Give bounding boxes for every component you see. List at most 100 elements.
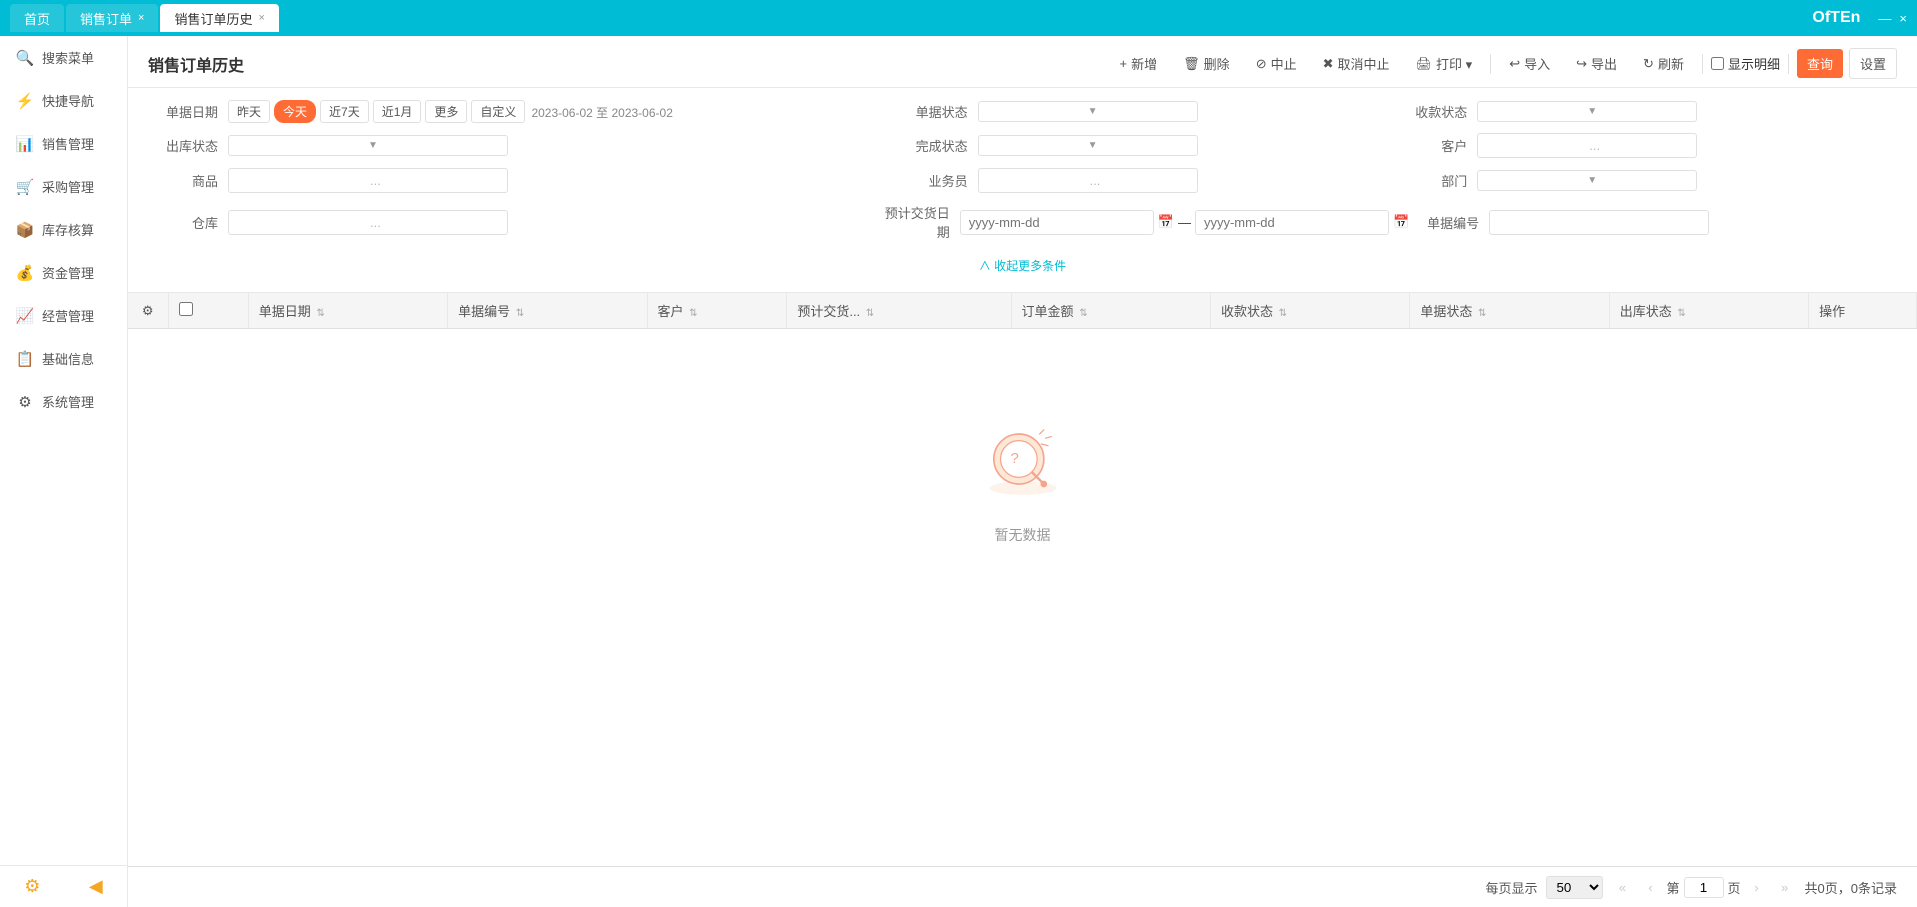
cancel-stop-label: 取消中止: [1338, 54, 1390, 73]
date-yesterday-btn[interactable]: 昨天: [228, 100, 270, 123]
complete-status-select[interactable]: ▼: [978, 135, 1198, 156]
page-header: 销售订单历史 + 新增 🗑 删除 ⊘ 中止 ✖ 取消中止: [128, 36, 1917, 88]
doc-status-arrow: ▼: [1088, 106, 1189, 117]
th-customer-label: 客户: [658, 304, 684, 319]
refresh-label: 刷新: [1658, 54, 1684, 73]
th-settings[interactable]: ⚙: [128, 293, 168, 329]
print-button[interactable]: 🖨 打印 ▾: [1406, 49, 1483, 78]
delivery-to-input[interactable]: [1195, 210, 1389, 235]
dept-select[interactable]: ▼: [1477, 170, 1697, 191]
ops-mgmt-icon: 📈: [16, 307, 34, 325]
tab-sales-order[interactable]: 销售订单 ×: [66, 4, 158, 32]
calendar-to-icon[interactable]: 📅: [1393, 214, 1409, 230]
window-close[interactable]: ×: [1899, 11, 1907, 26]
customer-dots[interactable]: ...: [1589, 138, 1688, 153]
stop-label: 中止: [1271, 54, 1297, 73]
last-page-btn[interactable]: »: [1773, 875, 1797, 899]
add-button[interactable]: + 新增: [1110, 49, 1168, 78]
warehouse-dots[interactable]: ...: [370, 215, 499, 230]
sidebar-item-capital-mgmt[interactable]: 💰 资金管理: [0, 251, 127, 294]
quick-nav-icon: ⚡: [16, 92, 34, 110]
show-detail-checkbox[interactable]: [1711, 57, 1724, 70]
query-button[interactable]: 查询: [1797, 49, 1843, 78]
filter-row-4: 仓库 ... 预计交货日期 📅 — 📅: [148, 203, 1897, 241]
stock-out-label: 出库状态: [148, 136, 228, 155]
sidebar-item-search-menu[interactable]: 🔍 搜索菜单: [0, 36, 127, 79]
th-customer[interactable]: 客户 ⇅: [647, 293, 787, 329]
next-page-btn[interactable]: ›: [1745, 875, 1769, 899]
import-button[interactable]: ↩ 导入: [1499, 49, 1560, 78]
sidebar-collapse-btn[interactable]: ◀: [89, 876, 103, 897]
stop-button[interactable]: ⊘ 中止: [1246, 49, 1307, 78]
date-filter-col: 单据日期 昨天 今天 近7天 近1月 更多 自定义 2023-06-02 至 2…: [148, 100, 898, 123]
th-delivery-date[interactable]: 预计交货... ⇅: [787, 293, 1011, 329]
th-doc-status[interactable]: 单据状态 ⇅: [1410, 293, 1609, 329]
warehouse-select[interactable]: ...: [228, 210, 508, 235]
product-select[interactable]: ...: [228, 168, 508, 193]
show-detail-checkbox-label[interactable]: 显示明细: [1711, 54, 1780, 73]
page-size-select[interactable]: 50 10 20 100: [1546, 876, 1603, 899]
date-quick-btns: 昨天 今天 近7天 近1月 更多 自定义: [228, 100, 525, 123]
product-col: 商品 ...: [148, 168, 898, 193]
select-all-checkbox[interactable]: [179, 302, 193, 316]
customer-select[interactable]: ...: [1477, 133, 1697, 158]
salesman-label: 业务员: [898, 171, 978, 190]
tab-sales-order-history[interactable]: 销售订单历史 ×: [160, 4, 278, 32]
th-date[interactable]: 单据日期 ⇅: [248, 293, 447, 329]
collapse-bar[interactable]: ∧ 收起更多条件: [148, 251, 1897, 280]
date-today-btn[interactable]: 今天: [274, 100, 316, 123]
page-unit-label: 页: [1728, 878, 1741, 897]
tab-home[interactable]: 首页: [10, 4, 64, 32]
delivery-from-input[interactable]: [960, 210, 1154, 235]
table-header: ⚙ 单据日期 ⇅ 单据编号 ⇅: [128, 293, 1917, 329]
sidebar-settings-btn[interactable]: ⚙: [24, 876, 40, 897]
th-amount[interactable]: 订单金额 ⇅: [1011, 293, 1210, 329]
sidebar-item-ops-mgmt[interactable]: 📈 经营管理: [0, 294, 127, 337]
sidebar-item-base-info[interactable]: 📋 基础信息: [0, 337, 127, 380]
tab-sales-order-close[interactable]: ×: [138, 12, 144, 24]
date-more-btn[interactable]: 更多: [425, 100, 467, 123]
sidebar-item-quick-nav[interactable]: ⚡ 快捷导航: [0, 79, 127, 122]
settings-button[interactable]: 设置: [1849, 48, 1897, 79]
cancel-stop-button[interactable]: ✖ 取消中止: [1313, 49, 1400, 78]
window-minimize[interactable]: —: [1878, 11, 1891, 26]
delivery-label: 预计交货日期: [880, 203, 960, 241]
tab-sales-order-history-close[interactable]: ×: [258, 12, 264, 24]
salesman-dots[interactable]: ...: [1090, 173, 1189, 188]
calendar-from-icon[interactable]: 📅: [1158, 214, 1174, 230]
tab-sales-order-label: 销售订单: [80, 9, 132, 28]
doc-status-select[interactable]: ▼: [978, 101, 1198, 122]
first-page-btn[interactable]: «: [1611, 875, 1635, 899]
th-receipt-status[interactable]: 收款状态 ⇅: [1210, 293, 1409, 329]
page-number-input[interactable]: [1684, 877, 1724, 898]
date-last7-btn[interactable]: 近7天: [320, 100, 369, 123]
sidebar-item-sys-mgmt[interactable]: ⚙ 系统管理: [0, 380, 127, 423]
sidebar-item-purchase-mgmt[interactable]: 🛒 采购管理: [0, 165, 127, 208]
toolbar-sep-2: [1702, 54, 1703, 74]
sidebar: 🔍 搜索菜单 ⚡ 快捷导航 📊 销售管理 🛒 采购管理 📦 库存核算 💰 资金管…: [0, 36, 128, 907]
settings-cog-icon[interactable]: ⚙: [142, 303, 154, 318]
product-dots[interactable]: ...: [370, 173, 499, 188]
sidebar-item-search-menu-label: 搜索菜单: [42, 48, 94, 67]
prev-page-btn[interactable]: ‹: [1639, 875, 1663, 899]
salesman-select[interactable]: ...: [978, 168, 1198, 193]
inventory-icon: 📦: [16, 221, 34, 239]
receipt-status-select[interactable]: ▼: [1477, 101, 1697, 122]
stock-out-select[interactable]: ▼: [228, 135, 508, 156]
date-custom-btn[interactable]: 自定义: [471, 100, 525, 123]
delete-button[interactable]: 🗑 删除: [1173, 49, 1240, 78]
sidebar-item-sales-mgmt[interactable]: 📊 销售管理: [0, 122, 127, 165]
export-button[interactable]: ↪ 导出: [1566, 49, 1627, 78]
warehouse-col: 仓库 ...: [148, 210, 880, 235]
th-stock-status[interactable]: 出库状态 ⇅: [1609, 293, 1808, 329]
order-no-input[interactable]: [1489, 210, 1709, 235]
main-layout: 🔍 搜索菜单 ⚡ 快捷导航 📊 销售管理 🛒 采购管理 📦 库存核算 💰 资金管…: [0, 36, 1917, 907]
stop-icon: ⊘: [1256, 56, 1267, 72]
th-order-no[interactable]: 单据编号 ⇅: [448, 293, 647, 329]
date-last1m-btn[interactable]: 近1月: [373, 100, 422, 123]
refresh-button[interactable]: ↻ 刷新: [1633, 49, 1694, 78]
salesman-col: 业务员 ...: [898, 168, 1398, 193]
th-order-no-sort: ⇅: [516, 308, 524, 319]
order-no-col: 单据编号: [1409, 210, 1897, 235]
sidebar-item-inventory[interactable]: 📦 库存核算: [0, 208, 127, 251]
